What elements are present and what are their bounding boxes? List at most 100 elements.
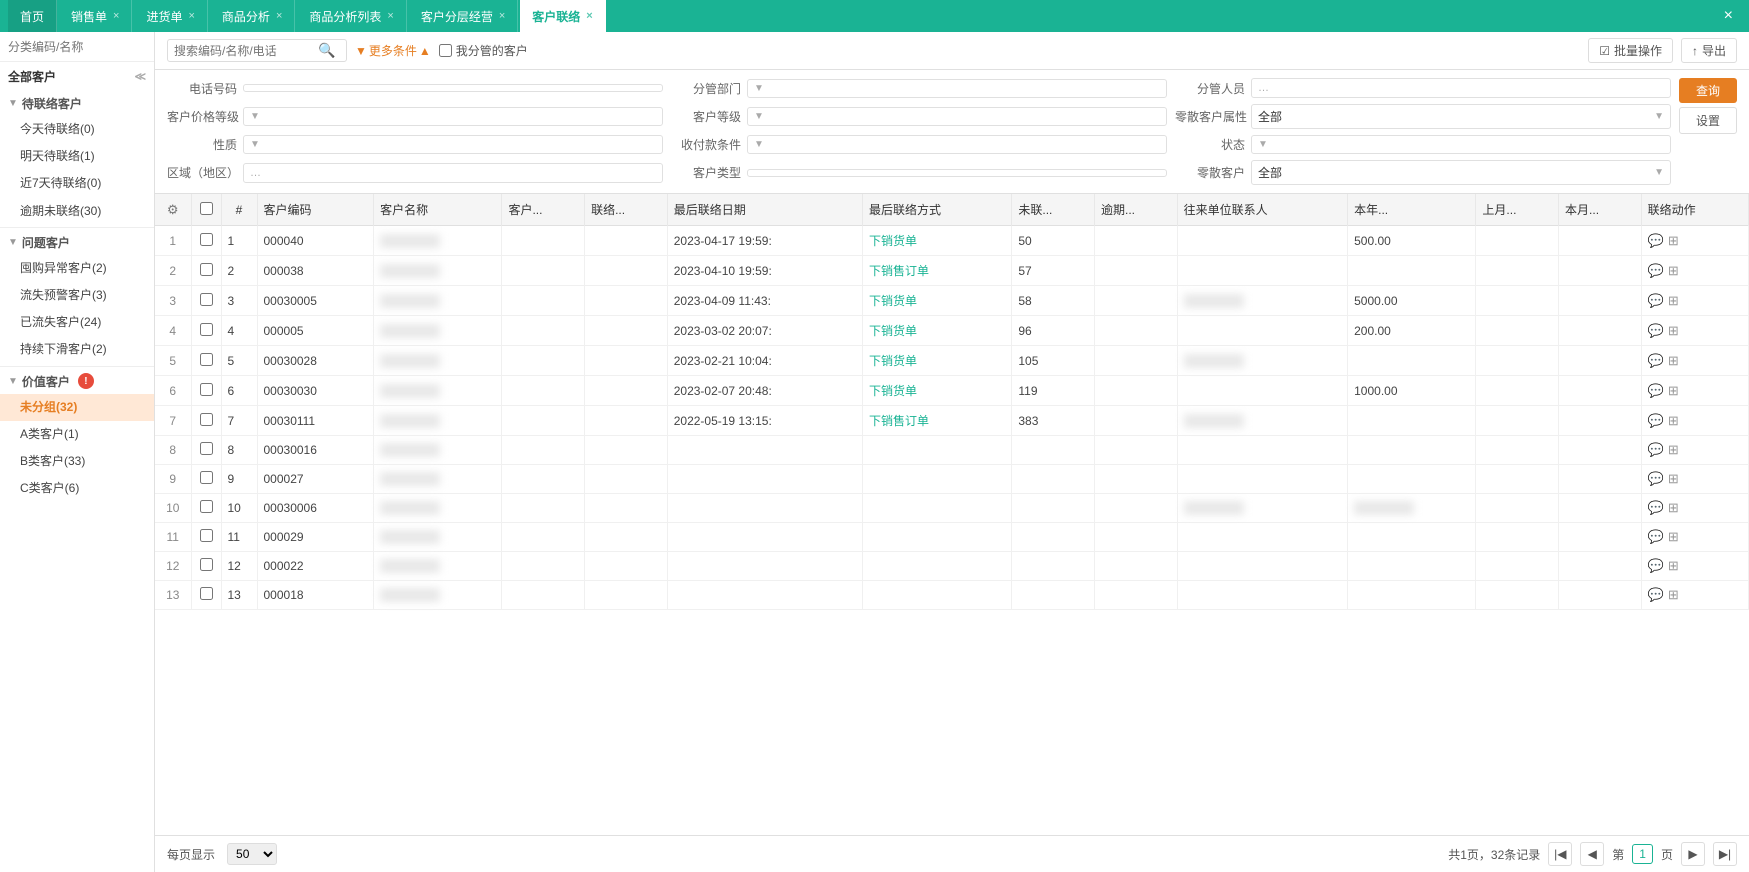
grid-action-icon[interactable]: ⊞ [1668, 500, 1679, 516]
sidebar-item-b-class[interactable]: B类客户(33) [0, 448, 154, 475]
more-conditions-btn[interactable]: ▼ 更多条件 ▲ [355, 42, 431, 59]
cell-checkbox[interactable] [191, 346, 221, 376]
region-input[interactable]: … [243, 163, 663, 183]
overdue-column-header[interactable]: 逾期... [1095, 194, 1178, 226]
close-analysis-list-tab[interactable]: × [387, 10, 393, 22]
chat-action-icon[interactable]: 💬 [1648, 233, 1664, 249]
chat-action-icon[interactable]: 💬 [1648, 353, 1664, 369]
row-checkbox[interactable] [200, 353, 213, 366]
row-checkbox[interactable] [200, 263, 213, 276]
grid-action-icon[interactable]: ⊞ [1668, 471, 1679, 487]
cell-checkbox[interactable] [191, 523, 221, 552]
price-level-input[interactable]: ▼ [243, 107, 663, 126]
this-year-column-header[interactable]: 本年... [1348, 194, 1476, 226]
status-input[interactable]: ▼ [1251, 135, 1671, 154]
cell-checkbox[interactable] [191, 436, 221, 465]
grid-action-icon[interactable]: ⊞ [1668, 529, 1679, 545]
sidebar-value-group[interactable]: ▼ 价值客户 ! [0, 369, 154, 394]
staff-input[interactable]: … [1251, 78, 1671, 98]
row-checkbox[interactable] [200, 413, 213, 426]
row-checkbox[interactable] [200, 587, 213, 600]
row-checkbox[interactable] [200, 529, 213, 542]
search-input[interactable] [174, 44, 314, 58]
chat-action-icon[interactable]: 💬 [1648, 442, 1664, 458]
sidebar-item-lost[interactable]: 已流失客户(24) [0, 309, 154, 336]
search-submit-icon[interactable]: 🔍 [318, 42, 335, 59]
row-checkbox[interactable] [200, 233, 213, 246]
grid-action-icon[interactable]: ⊞ [1668, 587, 1679, 603]
type-column-header[interactable]: 客户... [502, 194, 585, 226]
sidebar-item-c-class[interactable]: C类客户(6) [0, 475, 154, 502]
contact-method-link[interactable]: 下销货单 [869, 294, 917, 308]
cell-checkbox[interactable] [191, 465, 221, 494]
cell-checkbox[interactable] [191, 494, 221, 523]
customer-level-input[interactable]: ▼ [747, 107, 1167, 126]
close-customer-layer-tab[interactable]: × [499, 10, 505, 22]
chat-action-icon[interactable]: 💬 [1648, 471, 1664, 487]
uncontacted-column-header[interactable]: 未联... [1012, 194, 1095, 226]
last-contact-method-column-header[interactable]: 最后联络方式 [862, 194, 1011, 226]
contact-person-column-header[interactable]: 往来单位联系人 [1177, 194, 1348, 226]
chat-action-icon[interactable]: 💬 [1648, 587, 1664, 603]
close-analysis-tab[interactable]: × [276, 10, 282, 22]
sidebar-item-ungroup[interactable]: 未分组(32) [0, 394, 154, 421]
sidebar-item-declining[interactable]: 持续下滑客户(2) [0, 336, 154, 363]
customer-type-input[interactable] [747, 169, 1167, 177]
grid-action-icon[interactable]: ⊞ [1668, 442, 1679, 458]
tab-analysis-list[interactable]: 商品分析列表 × [297, 0, 406, 32]
tab-home[interactable]: 首页 [8, 0, 57, 32]
sidebar-item-today-pending[interactable]: 今天待联络(0) [0, 116, 154, 143]
row-checkbox[interactable] [200, 323, 213, 336]
chat-action-icon[interactable]: 💬 [1648, 383, 1664, 399]
grid-action-icon[interactable]: ⊞ [1668, 383, 1679, 399]
sidebar-all-customers[interactable]: 全部客户 ≪ [0, 62, 154, 91]
cell-checkbox[interactable] [191, 316, 221, 346]
row-checkbox[interactable] [200, 471, 213, 484]
close-customer-contact-tab[interactable]: × [586, 10, 592, 22]
chat-action-icon[interactable]: 💬 [1648, 558, 1664, 574]
dept-input[interactable]: ▼ [747, 79, 1167, 98]
contact-method-link[interactable]: 下销货单 [869, 234, 917, 248]
code-column-header[interactable]: 客户编码 [257, 194, 374, 226]
per-page-select[interactable]: 50 100 200 [227, 843, 277, 865]
close-sale-tab[interactable]: × [113, 10, 119, 22]
sidebar-item-abnormal[interactable]: 囤购异常客户(2) [0, 255, 154, 282]
nature-input[interactable]: ▼ [243, 135, 663, 154]
last-contact-date-column-header[interactable]: 最后联络日期 [667, 194, 862, 226]
contact-method-link[interactable]: 下销货单 [869, 384, 917, 398]
cell-checkbox[interactable] [191, 226, 221, 256]
contact-info-column-header[interactable]: 联络... [585, 194, 668, 226]
grid-action-icon[interactable]: ⊞ [1668, 293, 1679, 309]
sidebar-item-tomorrow-pending[interactable]: 明天待联络(1) [0, 143, 154, 170]
query-button[interactable]: 查询 [1679, 78, 1737, 103]
row-checkbox[interactable] [200, 293, 213, 306]
grid-action-icon[interactable]: ⊞ [1668, 323, 1679, 339]
grid-action-icon[interactable]: ⊞ [1668, 413, 1679, 429]
contact-method-link[interactable]: 下销售订单 [869, 264, 929, 278]
gear-column-header[interactable]: ⚙ [155, 194, 191, 226]
sidebar-item-a-class[interactable]: A类客户(1) [0, 421, 154, 448]
payment-input[interactable]: ▼ [747, 135, 1167, 154]
my-customers-checkbox[interactable] [439, 44, 452, 57]
checkbox-column-header[interactable] [191, 194, 221, 226]
grid-action-icon[interactable]: ⊞ [1668, 233, 1679, 249]
row-checkbox[interactable] [200, 383, 213, 396]
sidebar-item-warning[interactable]: 流失预警客户(3) [0, 282, 154, 309]
retail-attr-input[interactable]: 全部 ▼ [1251, 104, 1671, 129]
tab-customer-layer[interactable]: 客户分层经营 × [409, 0, 518, 32]
close-purchase-tab[interactable]: × [188, 10, 194, 22]
prev-page-btn[interactable]: ◀ [1580, 842, 1604, 866]
sidebar-collapse-icon[interactable]: ≪ [134, 70, 146, 83]
name-column-header[interactable]: 客户名称 [374, 194, 502, 226]
my-customers-checkbox-label[interactable]: 我分管的客户 [439, 42, 528, 59]
cell-checkbox[interactable] [191, 406, 221, 436]
chat-action-icon[interactable]: 💬 [1648, 529, 1664, 545]
cell-checkbox[interactable] [191, 376, 221, 406]
tab-sale[interactable]: 销售单 × [59, 0, 132, 32]
this-month-column-header[interactable]: 本月... [1559, 194, 1642, 226]
contact-method-link[interactable]: 下销货单 [869, 324, 917, 338]
chat-action-icon[interactable]: 💬 [1648, 293, 1664, 309]
sidebar-problem-group[interactable]: ▼ 问题客户 [0, 230, 154, 255]
chat-action-icon[interactable]: 💬 [1648, 323, 1664, 339]
contact-method-link[interactable]: 下销货单 [869, 354, 917, 368]
